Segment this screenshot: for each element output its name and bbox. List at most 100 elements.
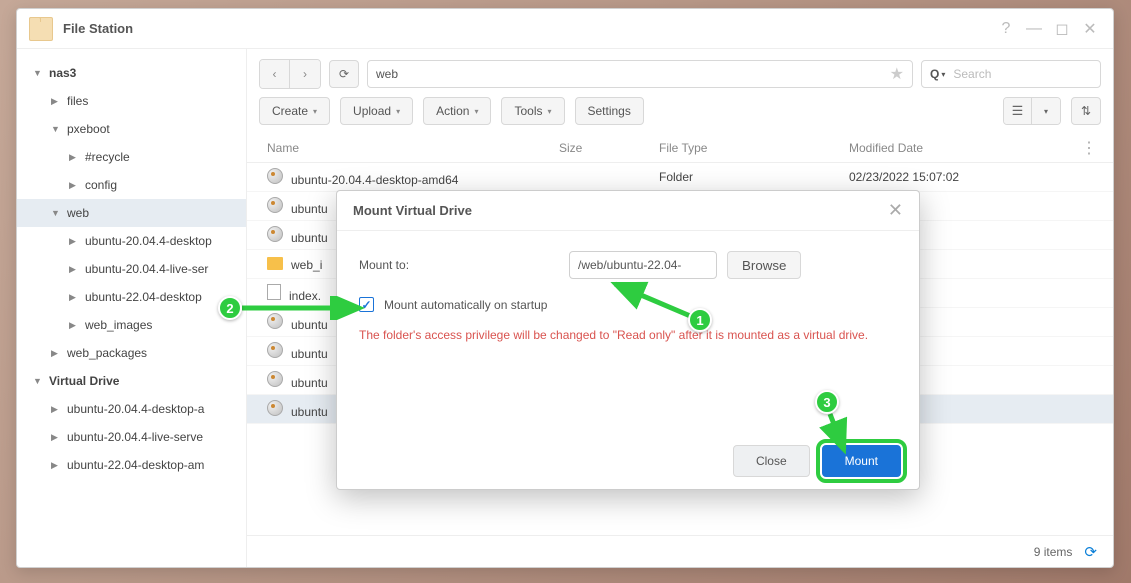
col-name-header[interactable]: Name bbox=[259, 141, 559, 155]
mount-button[interactable]: Mount bbox=[822, 445, 901, 477]
col-type-header[interactable]: File Type bbox=[659, 141, 849, 155]
action-button[interactable]: Action▾ bbox=[423, 97, 491, 125]
tree-label: ubuntu-20.04.4-live-serve bbox=[67, 430, 203, 444]
sidebar-item-pxeboot[interactable]: ▼ pxeboot bbox=[17, 115, 246, 143]
check-icon: ✓ bbox=[361, 298, 371, 312]
action-toolbar: Create▾ Upload▾ Action▾ Tools▾ Settings … bbox=[247, 89, 1113, 133]
status-reload-icon[interactable]: ⟳ bbox=[1084, 543, 1097, 561]
expand-icon: ▶ bbox=[69, 152, 79, 163]
file-name: ubuntu bbox=[291, 202, 328, 216]
html-icon bbox=[267, 284, 281, 300]
tree-label: config bbox=[85, 178, 117, 192]
modal-body: Mount to: Browse ✓ Mount automatically o… bbox=[337, 231, 919, 433]
disc-icon bbox=[267, 400, 283, 416]
disc-icon bbox=[267, 342, 283, 358]
modal-header: Mount Virtual Drive ✕ bbox=[337, 191, 919, 231]
minimize-button[interactable]: — bbox=[1023, 18, 1045, 40]
file-name: ubuntu bbox=[291, 318, 328, 332]
sidebar-item-web-packages[interactable]: ▶web_packages bbox=[17, 339, 246, 367]
sidebar-item-ubuntu-22-04-desktop[interactable]: ▶ubuntu-22.04-desktop bbox=[17, 283, 246, 311]
disc-icon bbox=[267, 226, 283, 242]
tree-label: ubuntu-20.04.4-live-ser bbox=[85, 262, 208, 276]
help-button[interactable]: ? bbox=[995, 18, 1017, 40]
reload-button[interactable]: ⟳ bbox=[329, 60, 359, 88]
sort-button[interactable]: ⇅ bbox=[1071, 97, 1101, 125]
tree-label: web bbox=[67, 206, 89, 220]
disc-icon bbox=[267, 313, 283, 329]
back-button[interactable]: ‹ bbox=[260, 60, 290, 88]
close-button[interactable]: Close bbox=[733, 445, 810, 477]
tree-label: pxeboot bbox=[67, 122, 110, 136]
path-input[interactable]: web ★ bbox=[367, 60, 913, 88]
titlebar: File Station ? — ◻ ✕ bbox=[17, 9, 1113, 49]
path-text: web bbox=[376, 67, 398, 81]
sidebar-item-files[interactable]: ▶ files bbox=[17, 87, 246, 115]
sidebar-item-ubuntu-20-04-4-desktop[interactable]: ▶ubuntu-20.04.4-desktop bbox=[17, 227, 246, 255]
sidebar-item-ubuntu-20-04-4-live-ser[interactable]: ▶ubuntu-20.04.4-live-ser bbox=[17, 255, 246, 283]
view-dropdown-button[interactable]: ▾ bbox=[1032, 98, 1060, 124]
maximize-button[interactable]: ◻ bbox=[1051, 18, 1073, 40]
item-count: 9 items bbox=[1034, 545, 1073, 559]
search-input[interactable]: Q▾ Search bbox=[921, 60, 1101, 88]
file-name: index. bbox=[289, 289, 321, 303]
tree-root-label: nas3 bbox=[49, 66, 76, 80]
col-date-header[interactable]: Modified Date bbox=[849, 141, 1049, 155]
nav-toolbar: ‹ › ⟳ web ★ Q▾ Search bbox=[247, 49, 1113, 89]
sidebar-vitem[interactable]: ▶ ubuntu-20.04.4-desktop-a bbox=[17, 395, 246, 423]
tree-label: ubuntu-22.04-desktop-am bbox=[67, 458, 204, 472]
sidebar-item-web[interactable]: ▼web bbox=[17, 199, 246, 227]
modal-close-icon[interactable]: ✕ bbox=[888, 200, 903, 221]
col-size-header[interactable]: Size bbox=[559, 141, 659, 155]
expand-icon: ▼ bbox=[33, 68, 43, 78]
expand-icon: ▶ bbox=[51, 96, 61, 107]
file-date: 02/23/2022 15:07:02 bbox=[849, 170, 1049, 184]
favorite-star-icon[interactable]: ★ bbox=[890, 64, 904, 84]
sidebar-item-config[interactable]: ▶config bbox=[17, 171, 246, 199]
sidebar-vitem[interactable]: ▶ ubuntu-20.04.4-live-serve bbox=[17, 423, 246, 451]
tree-label: #recycle bbox=[85, 150, 130, 164]
tree-label: ubuntu-20.04.4-desktop bbox=[85, 234, 212, 248]
modal-title: Mount Virtual Drive bbox=[353, 203, 472, 218]
sidebar-item-web-images[interactable]: ▶web_images bbox=[17, 311, 246, 339]
tree-label: files bbox=[67, 94, 88, 108]
search-icon: Q bbox=[930, 67, 939, 81]
warning-text: The folder's access privilege will be ch… bbox=[359, 326, 897, 345]
auto-mount-label: Mount automatically on startup bbox=[384, 298, 547, 312]
disc-icon bbox=[267, 197, 283, 213]
create-button[interactable]: Create▾ bbox=[259, 97, 330, 125]
expand-icon: ▶ bbox=[51, 432, 61, 443]
search-placeholder: Search bbox=[953, 67, 991, 81]
expand-icon: ▶ bbox=[51, 460, 61, 471]
forward-button[interactable]: › bbox=[290, 60, 320, 88]
tools-button[interactable]: Tools▾ bbox=[501, 97, 564, 125]
file-name: ubuntu bbox=[291, 231, 328, 245]
sidebar: ▼ nas3 ▶files▼pxeboot▶#recycle▶config▼we… bbox=[17, 49, 247, 567]
col-menu-icon[interactable]: ⋮ bbox=[1049, 138, 1113, 158]
view-mode-group: ☰ ▾ bbox=[1003, 97, 1061, 125]
disc-icon bbox=[267, 168, 283, 184]
app-folder-icon bbox=[29, 17, 53, 41]
browse-button[interactable]: Browse bbox=[727, 251, 801, 279]
file-name: ubuntu bbox=[291, 376, 328, 390]
expand-icon: ▶ bbox=[51, 404, 61, 415]
file-name: ubuntu-20.04.4-desktop-amd64 bbox=[291, 173, 458, 187]
tree-root-nas3[interactable]: ▼ nas3 bbox=[17, 59, 246, 87]
sidebar-vitem[interactable]: ▶ ubuntu-22.04-desktop-am bbox=[17, 451, 246, 479]
expand-icon: ▼ bbox=[51, 124, 61, 134]
settings-button[interactable]: Settings bbox=[575, 97, 644, 125]
table-header: Name Size File Type Modified Date ⋮ bbox=[247, 133, 1113, 163]
tree-section-virtual-drive[interactable]: ▼ Virtual Drive bbox=[17, 367, 246, 395]
tree-section-label: Virtual Drive bbox=[49, 374, 119, 388]
upload-button[interactable]: Upload▾ bbox=[340, 97, 413, 125]
close-button[interactable]: ✕ bbox=[1079, 18, 1101, 40]
list-view-button[interactable]: ☰ bbox=[1004, 98, 1032, 124]
expand-icon: ▶ bbox=[69, 292, 79, 303]
file-type: Folder bbox=[659, 170, 849, 184]
auto-mount-checkbox[interactable]: ✓ bbox=[359, 297, 374, 312]
nav-back-forward: ‹ › bbox=[259, 59, 321, 89]
expand-icon: ▶ bbox=[51, 348, 61, 359]
mount-to-input[interactable] bbox=[569, 251, 717, 279]
tree-label: ubuntu-20.04.4-desktop-a bbox=[67, 402, 204, 416]
table-row[interactable]: ubuntu-20.04.4-desktop-amd64 Folder02/23/… bbox=[247, 163, 1113, 192]
sidebar-item--recycle[interactable]: ▶ #recycle bbox=[17, 143, 246, 171]
